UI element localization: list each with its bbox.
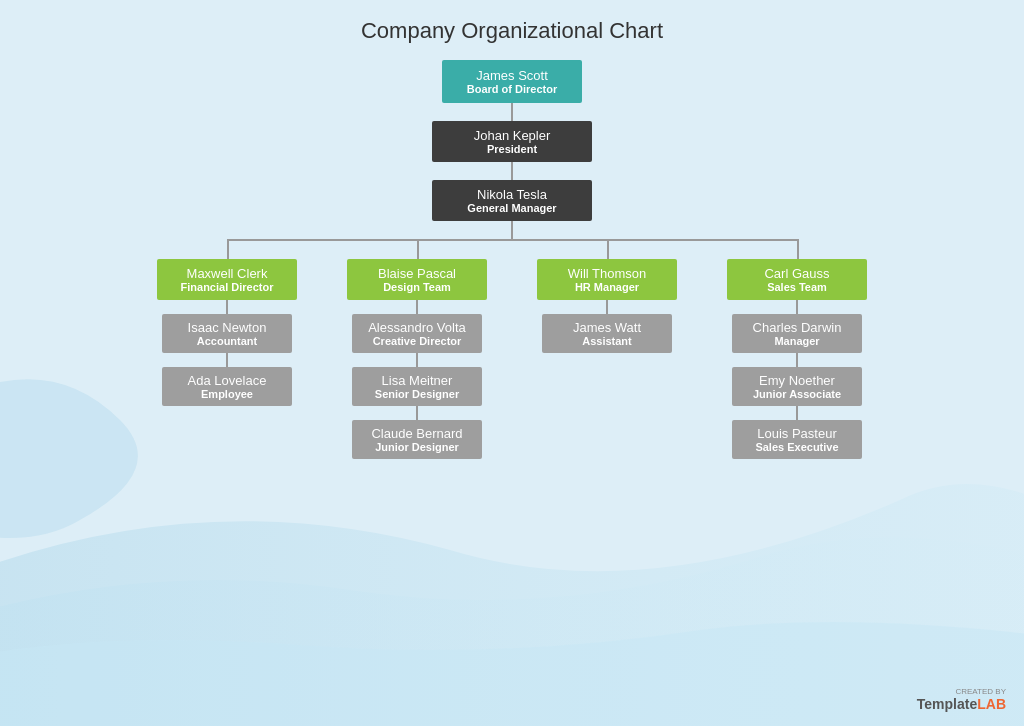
box-claude-bernard: Claude Bernard Junior Designer bbox=[352, 420, 482, 459]
chart-container: Company Organizational Chart James Scott… bbox=[0, 0, 1024, 726]
horiz-connector bbox=[227, 239, 797, 241]
name-johan-kepler: Johan Kepler bbox=[474, 128, 551, 143]
box-maxwell-clerk: Maxwell Clerk Financial Director bbox=[157, 259, 297, 300]
sub-connector-carl bbox=[796, 300, 798, 314]
role-claude-bernard: Junior Designer bbox=[375, 441, 459, 453]
box-isaac-newton: Isaac Newton Accountant bbox=[162, 314, 292, 353]
box-lisa-meitner: Lisa Meitner Senior Designer bbox=[352, 367, 482, 406]
name-will-thomson: Will Thomson bbox=[568, 266, 647, 281]
vert-col2-connector bbox=[417, 239, 419, 259]
box-ada-lovelace: Ada Lovelace Employee bbox=[162, 367, 292, 406]
sub-connector-claude bbox=[416, 406, 418, 420]
sub-connector-blaise bbox=[416, 300, 418, 314]
sub-connector-emy bbox=[796, 353, 798, 367]
connector-l1-l2 bbox=[511, 162, 513, 180]
col-will: Will Thomson HR Manager James Watt Assis… bbox=[512, 259, 702, 353]
vert-col4-connector bbox=[797, 239, 799, 259]
role-maxwell-clerk: Financial Director bbox=[181, 281, 274, 293]
role-emy-noether: Junior Associate bbox=[753, 388, 841, 400]
created-by-label: CREATED BY bbox=[917, 687, 1006, 696]
name-louis-pasteur: Louis Pasteur bbox=[757, 426, 837, 441]
sub-connector-ada bbox=[226, 353, 228, 367]
role-nikola-tesla: General Manager bbox=[467, 202, 556, 214]
box-louis-pasteur: Louis Pasteur Sales Executive bbox=[732, 420, 862, 459]
name-emy-noether: Emy Noether bbox=[759, 373, 835, 388]
box-will-thomson: Will Thomson HR Manager bbox=[537, 259, 677, 300]
role-blaise-pascal: Design Team bbox=[383, 281, 451, 293]
vert-col1-connector bbox=[227, 239, 229, 259]
sub-connector-will bbox=[606, 300, 608, 314]
box-emy-noether: Emy Noether Junior Associate bbox=[732, 367, 862, 406]
name-carl-gauss: Carl Gauss bbox=[764, 266, 829, 281]
templatelab-branding: CREATED BY TemplateLAB bbox=[917, 687, 1006, 712]
box-nikola-tesla: Nikola Tesla General Manager bbox=[432, 180, 592, 221]
role-isaac-newton: Accountant bbox=[197, 335, 258, 347]
org-chart: James Scott Board of Director Johan Kepl… bbox=[30, 60, 994, 459]
box-blaise-pascal: Blaise Pascal Design Team bbox=[347, 259, 487, 300]
role-charles-darwin: Manager bbox=[774, 335, 819, 347]
box-charles-darwin: Charles Darwin Manager bbox=[732, 314, 862, 353]
name-ada-lovelace: Ada Lovelace bbox=[188, 373, 267, 388]
col-carl: Carl Gauss Sales Team Charles Darwin Man… bbox=[702, 259, 892, 459]
role-james-watt: Assistant bbox=[582, 335, 632, 347]
template-label: TemplateLAB bbox=[917, 700, 1006, 711]
name-charles-darwin: Charles Darwin bbox=[753, 320, 842, 335]
sub-connector-maxwell bbox=[226, 300, 228, 314]
role-james-scott: Board of Director bbox=[467, 83, 557, 95]
name-volta: Alessandro Volta bbox=[368, 320, 466, 335]
sub-connector-louis bbox=[796, 406, 798, 420]
name-james-watt: James Watt bbox=[573, 320, 641, 335]
sub-connector-lisa bbox=[416, 353, 418, 367]
box-carl-gauss: Carl Gauss Sales Team bbox=[727, 259, 867, 300]
col-maxwell: Maxwell Clerk Financial Director Isaac N… bbox=[132, 259, 322, 406]
role-lisa-meitner: Senior Designer bbox=[375, 388, 459, 400]
box-volta: Alessandro Volta Creative Director bbox=[352, 314, 482, 353]
name-isaac-newton: Isaac Newton bbox=[188, 320, 267, 335]
chart-title: Company Organizational Chart bbox=[30, 18, 994, 44]
box-james-scott: James Scott Board of Director bbox=[442, 60, 582, 103]
name-lisa-meitner: Lisa Meitner bbox=[382, 373, 453, 388]
role-ada-lovelace: Employee bbox=[201, 388, 253, 400]
role-volta: Creative Director bbox=[373, 335, 462, 347]
role-carl-gauss: Sales Team bbox=[767, 281, 827, 293]
role-louis-pasteur: Sales Executive bbox=[755, 441, 838, 453]
name-nikola-tesla: Nikola Tesla bbox=[477, 187, 547, 202]
name-maxwell-clerk: Maxwell Clerk bbox=[187, 266, 268, 281]
role-johan-kepler: President bbox=[487, 143, 537, 155]
vert-connector-top bbox=[511, 221, 513, 241]
name-blaise-pascal: Blaise Pascal bbox=[378, 266, 456, 281]
box-johan-kepler: Johan Kepler President bbox=[432, 121, 592, 162]
level2-row: Maxwell Clerk Financial Director Isaac N… bbox=[132, 259, 892, 459]
branch-connector bbox=[132, 221, 892, 259]
name-claude-bernard: Claude Bernard bbox=[371, 426, 462, 441]
role-will-thomson: HR Manager bbox=[575, 281, 639, 293]
col-blaise: Blaise Pascal Design Team Alessandro Vol… bbox=[322, 259, 512, 459]
box-james-watt: James Watt Assistant bbox=[542, 314, 672, 353]
connector-l0-l1 bbox=[511, 103, 513, 121]
vert-col3-connector bbox=[607, 239, 609, 259]
name-james-scott: James Scott bbox=[476, 68, 548, 83]
